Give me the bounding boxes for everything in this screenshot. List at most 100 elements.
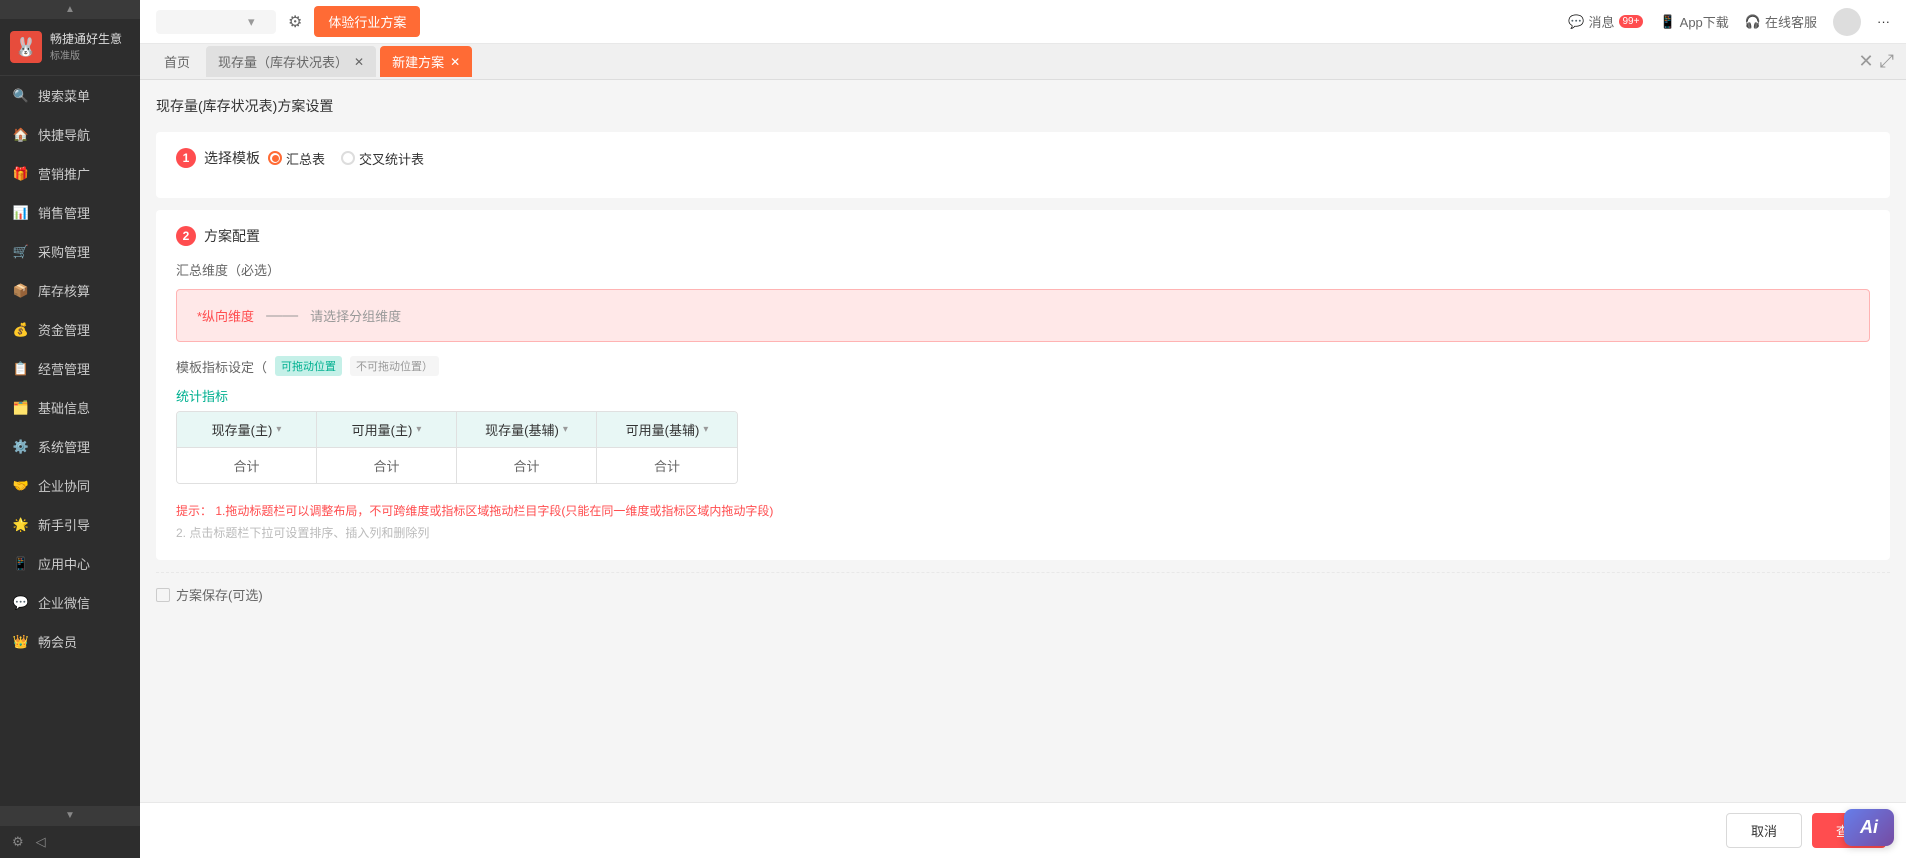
- stats-body-cell-3: 合计: [597, 448, 737, 483]
- cart-icon: 🛒: [12, 243, 30, 261]
- draggable-badge: 可拖动位置: [275, 356, 342, 376]
- sidebar-item-marketing[interactable]: 🎁 营销推广: [0, 154, 140, 193]
- app-download-button[interactable]: 📱 App下载: [1659, 12, 1728, 31]
- box-icon: 📦: [12, 282, 30, 300]
- stats-table: 现存量(主) ▾ 可用量(主) ▾ 现存量(基辅: [176, 411, 738, 484]
- settings-icon[interactable]: ⚙: [12, 834, 24, 850]
- audio-icon[interactable]: ◁: [36, 834, 46, 850]
- expand-panel-icon[interactable]: ⤢: [1880, 51, 1894, 72]
- trial-button[interactable]: 体验行业方案: [314, 6, 420, 37]
- messages-button[interactable]: 💬 消息 99+: [1568, 12, 1643, 31]
- radio-circle-crosstab: [341, 151, 355, 165]
- sidebar-item-member[interactable]: 👑 畅会员: [0, 622, 140, 661]
- stats-header-cell-2[interactable]: 现存量(基辅) ▾: [457, 412, 596, 448]
- stats-title: 统计指标: [176, 386, 1870, 405]
- ai-badge[interactable]: Ai: [1844, 809, 1894, 846]
- sidebar-scroll-up[interactable]: ▲: [0, 0, 140, 19]
- stats-header-cell-0[interactable]: 现存量(主) ▾: [177, 412, 316, 448]
- crown-icon: 👑: [12, 633, 30, 651]
- stats-body-cell-0: 合计: [177, 448, 316, 483]
- gear-icon: ⚙️: [12, 438, 30, 456]
- divider: [156, 572, 1890, 573]
- search-dropdown-arrow[interactable]: ▾: [248, 14, 255, 30]
- page-title: 现存量(库存状况表)方案设置: [156, 96, 1890, 116]
- phone-icon: 📱: [12, 555, 30, 573]
- home-icon: 🏠: [12, 126, 30, 144]
- gift-icon: 🎁: [12, 165, 30, 183]
- indicator-settings-label: 模板指标设定（ 可拖动位置 不可拖动位置）: [176, 356, 1870, 376]
- dimension-box[interactable]: *纵向维度 —— 请选择分组维度: [176, 289, 1870, 342]
- dimension-dash: ——: [266, 307, 298, 325]
- stats-body-col-0: 合计: [177, 448, 317, 483]
- money-icon: 💰: [12, 321, 30, 339]
- col3-dropdown-icon[interactable]: ▾: [703, 424, 708, 435]
- step1-card: 1 选择模板 汇总表 交叉统计表: [156, 132, 1890, 198]
- sidebar-item-basicinfo[interactable]: 🗂️ 基础信息: [0, 388, 140, 427]
- sidebar-item-system[interactable]: ⚙️ 系统管理: [0, 427, 140, 466]
- app-logo-icon: 🐰: [10, 31, 42, 63]
- tab-close-inventory[interactable]: ✕: [354, 55, 364, 69]
- search-input[interactable]: [164, 15, 244, 29]
- chart-icon: 📊: [12, 204, 30, 222]
- step1-title: 选择模板: [204, 148, 260, 168]
- sidebar-item-shortcut[interactable]: 🏠 快捷导航: [0, 115, 140, 154]
- topbar-right: 💬 消息 99+ 📱 App下载 🎧 在线客服 ···: [1568, 8, 1890, 36]
- stats-col-1: 可用量(主) ▾: [317, 412, 457, 448]
- tab-new-scheme[interactable]: 新建方案 ✕: [380, 46, 472, 77]
- online-service-button[interactable]: 🎧 在线客服: [1745, 12, 1817, 31]
- stats-header-cell-3[interactable]: 可用量(基辅) ▾: [597, 412, 737, 448]
- stats-body-col-1: 合计: [317, 448, 457, 483]
- stats-table-body: 合计 合计 合计 合计: [177, 448, 737, 483]
- settings-gear-icon[interactable]: ⚙: [288, 12, 302, 32]
- col2-dropdown-icon[interactable]: ▾: [563, 424, 568, 435]
- topbar-search-box[interactable]: ▾: [156, 10, 276, 34]
- stats-body-cell-1: 合计: [317, 448, 456, 483]
- tips-tip2: 2. 点击标题栏下拉可设置排序、插入列和删除列: [176, 523, 1870, 545]
- message-icon: 💬: [1568, 14, 1584, 30]
- col1-dropdown-icon[interactable]: ▾: [416, 424, 421, 435]
- sidebar: ▲ 🐰 畅捷通好生意 标准版 🔍 搜索菜单 🏠 快捷导航 🎁 营销推广 📊 销售…: [0, 0, 140, 858]
- step2-badge: 2: [176, 226, 196, 246]
- sidebar-item-operations[interactable]: 📋 经营管理: [0, 349, 140, 388]
- sidebar-item-purchase[interactable]: 🛒 采购管理: [0, 232, 140, 271]
- avatar[interactable]: [1833, 8, 1861, 36]
- stats-body-col-3: 合计: [597, 448, 737, 483]
- topbar: ▾ ⚙ 体验行业方案 💬 消息 99+ 📱 App下载 🎧 在线客服 ···: [140, 0, 1906, 44]
- sidebar-item-sales[interactable]: 📊 销售管理: [0, 193, 140, 232]
- sidebar-item-wechat[interactable]: 💬 企业微信: [0, 583, 140, 622]
- sidebar-item-finance[interactable]: 💰 资金管理: [0, 310, 140, 349]
- sidebar-scroll-down[interactable]: ▼: [0, 806, 140, 825]
- step1-badge: 1: [176, 148, 196, 168]
- username: ···: [1877, 14, 1890, 29]
- sidebar-item-newguide[interactable]: 🌟 新手引导: [0, 505, 140, 544]
- cancel-button[interactable]: 取消: [1726, 813, 1802, 848]
- stats-col-0: 现存量(主) ▾: [177, 412, 317, 448]
- folder-icon: 🗂️: [12, 399, 30, 417]
- content-area: 现存量(库存状况表)方案设置 1 选择模板 汇总表 交叉统计表: [140, 80, 1906, 802]
- sidebar-item-search[interactable]: 🔍 搜索菜单: [0, 76, 140, 115]
- step2-title: 方案配置: [204, 226, 260, 246]
- dimension-required-label: *纵向维度: [197, 306, 254, 325]
- sidebar-item-enterprise[interactable]: 🤝 企业协同: [0, 466, 140, 505]
- message-badge: 99+: [1619, 15, 1644, 28]
- close-panel-icon[interactable]: ✕: [1859, 51, 1874, 72]
- tab-inventory-status[interactable]: 现存量（库存状况表） ✕: [206, 46, 376, 77]
- tab-close-new-scheme[interactable]: ✕: [450, 55, 460, 69]
- tips-title: 提示： 1.拖动标题栏可以调整布局，不可跨维度或指标区域拖动栏目字段(只能在同一…: [176, 501, 1870, 523]
- stats-table-header: 现存量(主) ▾ 可用量(主) ▾ 现存量(基辅: [177, 412, 737, 448]
- sidebar-footer: ⚙ ◁: [0, 825, 140, 858]
- summary-dimension-label: 汇总维度（必选）: [176, 260, 1870, 279]
- search-icon: 🔍: [12, 87, 30, 105]
- tips-section: 提示： 1.拖动标题栏可以调整布局，不可跨维度或指标区域拖动栏目字段(只能在同一…: [176, 501, 1870, 544]
- radio-summary[interactable]: 汇总表: [268, 149, 325, 168]
- col0-dropdown-icon[interactable]: ▾: [276, 424, 281, 435]
- sidebar-item-appcenter[interactable]: 📱 应用中心: [0, 544, 140, 583]
- tab-home[interactable]: 首页: [152, 46, 202, 77]
- sidebar-item-inventory[interactable]: 📦 库存核算: [0, 271, 140, 310]
- sidebar-logo: 🐰 畅捷通好生意 标准版: [0, 19, 140, 76]
- non-draggable-badge: 不可拖动位置）: [350, 356, 439, 376]
- stats-header-cell-1[interactable]: 可用量(主) ▾: [317, 412, 456, 448]
- radio-crosstab[interactable]: 交叉统计表: [341, 149, 424, 168]
- clipboard-icon: 📋: [12, 360, 30, 378]
- save-checkbox[interactable]: [156, 588, 170, 602]
